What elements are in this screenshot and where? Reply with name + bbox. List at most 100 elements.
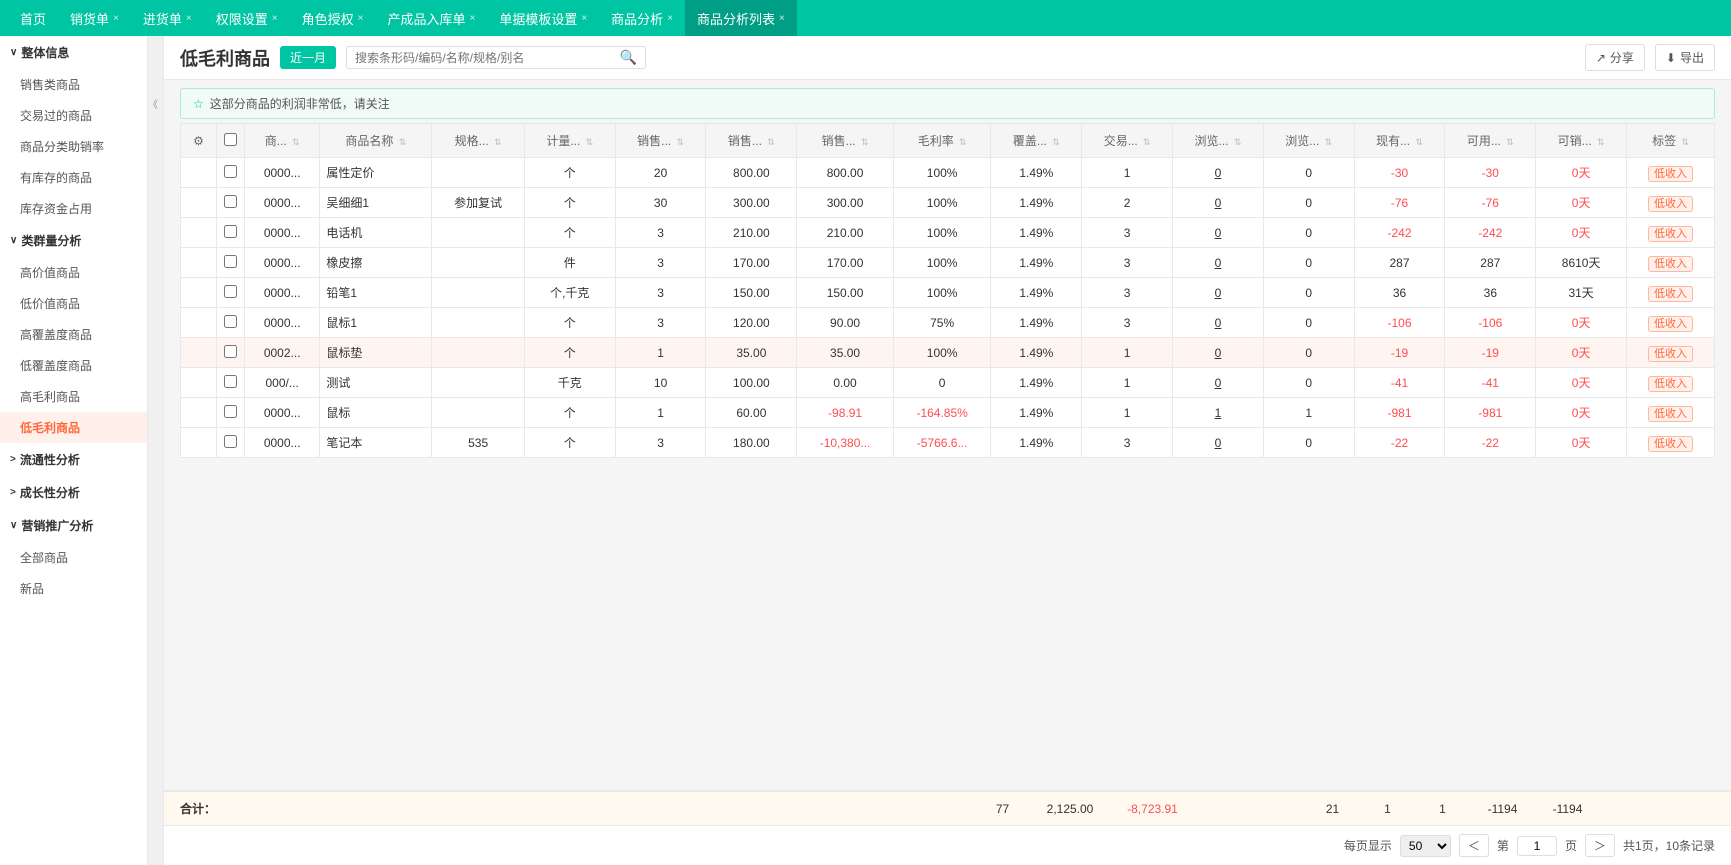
search-icon[interactable]: 🔍 <box>620 49 637 66</box>
row-sales-qty: 3 <box>615 248 706 278</box>
sidebar-item-low-value[interactable]: 低价值商品 <box>0 288 147 319</box>
nav-sales-close[interactable]: × <box>113 13 119 24</box>
nav-permissions-close[interactable]: × <box>272 13 278 24</box>
col-checkbox[interactable] <box>217 124 245 158</box>
row-checkbox[interactable] <box>217 278 245 308</box>
col-spec[interactable]: 规格... ⇅ <box>432 124 525 158</box>
col-available[interactable]: 可用... ⇅ <box>1445 124 1536 158</box>
sidebar-item-low-coverage[interactable]: 低覆盖度商品 <box>0 350 147 381</box>
row-views1[interactable]: 0 <box>1173 188 1264 218</box>
row-checkbox[interactable] <box>217 308 245 338</box>
row-views1[interactable]: 0 <box>1173 338 1264 368</box>
row-checkbox[interactable] <box>217 218 245 248</box>
nav-product-analysis-list-close[interactable]: × <box>779 13 785 24</box>
nav-product-analysis[interactable]: 商品分析 × <box>599 0 685 36</box>
nav-template[interactable]: 单据模板设置 × <box>487 0 599 36</box>
col-gross-margin[interactable]: 毛利率 ⇅ <box>893 124 991 158</box>
sidebar-group-circulation[interactable]: > 流通性分析 <box>0 443 147 476</box>
nav-roles-close[interactable]: × <box>358 13 364 24</box>
nav-purchase-close[interactable]: × <box>186 13 192 24</box>
col-gear[interactable]: ⚙ <box>181 124 217 158</box>
period-button[interactable]: 近一月 <box>280 46 336 69</box>
col-sales-profit[interactable]: 销售... ⇅ <box>797 124 894 158</box>
col-transaction[interactable]: 交易... ⇅ <box>1082 124 1173 158</box>
row-select-checkbox[interactable] <box>224 315 237 328</box>
row-select-checkbox[interactable] <box>224 345 237 358</box>
share-button[interactable]: ↗ 分享 <box>1585 44 1645 71</box>
nav-roles[interactable]: 角色授权 × <box>290 0 376 36</box>
row-select-checkbox[interactable] <box>224 375 237 388</box>
row-checkbox[interactable] <box>217 338 245 368</box>
row-current: -242 <box>1354 218 1445 248</box>
row-checkbox[interactable] <box>217 188 245 218</box>
row-select-checkbox[interactable] <box>224 255 237 268</box>
sidebar-item-high-value[interactable]: 高价值商品 <box>0 257 147 288</box>
page-number-input[interactable] <box>1517 836 1557 856</box>
sidebar-group-cluster[interactable]: ∨ 类群量分析 <box>0 224 147 257</box>
row-select-checkbox[interactable] <box>224 435 237 448</box>
col-unit[interactable]: 计量... ⇅ <box>524 124 615 158</box>
prev-page-button[interactable]: ＜ <box>1459 834 1489 857</box>
nav-permissions[interactable]: 权限设置 × <box>204 0 290 36</box>
row-views1[interactable]: 0 <box>1173 308 1264 338</box>
row-views1[interactable]: 1 <box>1173 398 1264 428</box>
sidebar-item-high-margin[interactable]: 高毛利商品 <box>0 381 147 412</box>
sidebar-item-traded-products[interactable]: 交易过的商品 <box>0 100 147 131</box>
row-checkbox[interactable] <box>217 248 245 278</box>
row-select-checkbox[interactable] <box>224 405 237 418</box>
sidebar-item-stocked-products[interactable]: 有库存的商品 <box>0 162 147 193</box>
table-row: 000/... 测试 千克 10 100.00 0.00 0 1.49% 1 0… <box>181 368 1715 398</box>
sidebar-group-overall[interactable]: ∨ 整体信息 <box>0 36 147 69</box>
nav-purchase[interactable]: 进货单 × <box>131 0 204 36</box>
sidebar-item-category-rate[interactable]: 商品分类助销率 <box>0 131 147 162</box>
sidebar-collapse-btn[interactable]: 《 <box>148 36 164 865</box>
col-tag[interactable]: 标签 ⇅ <box>1627 124 1715 158</box>
nav-product-analysis-close[interactable]: × <box>667 13 673 24</box>
row-available: -22 <box>1445 428 1536 458</box>
col-views1[interactable]: 浏览... ⇅ <box>1173 124 1264 158</box>
sidebar-item-new-products[interactable]: 新品 <box>0 573 147 604</box>
row-views1[interactable]: 0 <box>1173 158 1264 188</box>
sidebar-item-high-coverage[interactable]: 高覆盖度商品 <box>0 319 147 350</box>
row-select-checkbox[interactable] <box>224 225 237 238</box>
row-views1[interactable]: 0 <box>1173 368 1264 398</box>
table-row: 0000... 属性定价 个 20 800.00 800.00 100% 1.4… <box>181 158 1715 188</box>
row-views1[interactable]: 0 <box>1173 428 1264 458</box>
row-checkbox[interactable] <box>217 398 245 428</box>
row-views1[interactable]: 0 <box>1173 278 1264 308</box>
search-input[interactable] <box>355 51 620 65</box>
page-size-select[interactable]: 50 100 200 <box>1400 835 1451 857</box>
sidebar-item-low-margin[interactable]: 低毛利商品 <box>0 412 147 443</box>
col-sales-amount[interactable]: 销售... ⇅ <box>706 124 797 158</box>
row-select-checkbox[interactable] <box>224 195 237 208</box>
row-views2: 0 <box>1263 428 1354 458</box>
nav-product-inbound[interactable]: 产成品入库单 × <box>375 0 487 36</box>
select-all-checkbox[interactable] <box>224 133 237 146</box>
col-current[interactable]: 现有... ⇅ <box>1354 124 1445 158</box>
sidebar-item-all-products[interactable]: 全部商品 <box>0 542 147 573</box>
row-select-checkbox[interactable] <box>224 165 237 178</box>
row-checkbox[interactable] <box>217 368 245 398</box>
row-views1[interactable]: 0 <box>1173 248 1264 278</box>
sidebar-item-inventory-capital[interactable]: 库存资金占用 <box>0 193 147 224</box>
nav-sales[interactable]: 销货单 × <box>58 0 131 36</box>
col-coverage[interactable]: 覆盖... ⇅ <box>991 124 1082 158</box>
col-code[interactable]: 商... ⇅ <box>245 124 320 158</box>
row-views1[interactable]: 0 <box>1173 218 1264 248</box>
export-button[interactable]: ⬇ 导出 <box>1655 44 1715 71</box>
nav-product-inbound-close[interactable]: × <box>469 13 475 24</box>
row-select-checkbox[interactable] <box>224 285 237 298</box>
row-checkbox[interactable] <box>217 428 245 458</box>
col-sales-qty[interactable]: 销售... ⇅ <box>615 124 706 158</box>
sidebar-item-sales-products[interactable]: 销售类商品 <box>0 69 147 100</box>
row-checkbox[interactable] <box>217 158 245 188</box>
nav-home[interactable]: 首页 <box>8 0 58 36</box>
col-saleable[interactable]: 可销... ⇅ <box>1536 124 1627 158</box>
sidebar-group-marketing[interactable]: ∨ 营销推广分析 <box>0 509 147 542</box>
nav-template-close[interactable]: × <box>581 13 587 24</box>
nav-product-analysis-list[interactable]: 商品分析列表 × <box>685 0 797 36</box>
col-name[interactable]: 商品名称 ⇅ <box>320 124 432 158</box>
col-views2[interactable]: 浏览... ⇅ <box>1263 124 1354 158</box>
sidebar-group-growth[interactable]: > 成长性分析 <box>0 476 147 509</box>
next-page-button[interactable]: ＞ <box>1585 834 1615 857</box>
